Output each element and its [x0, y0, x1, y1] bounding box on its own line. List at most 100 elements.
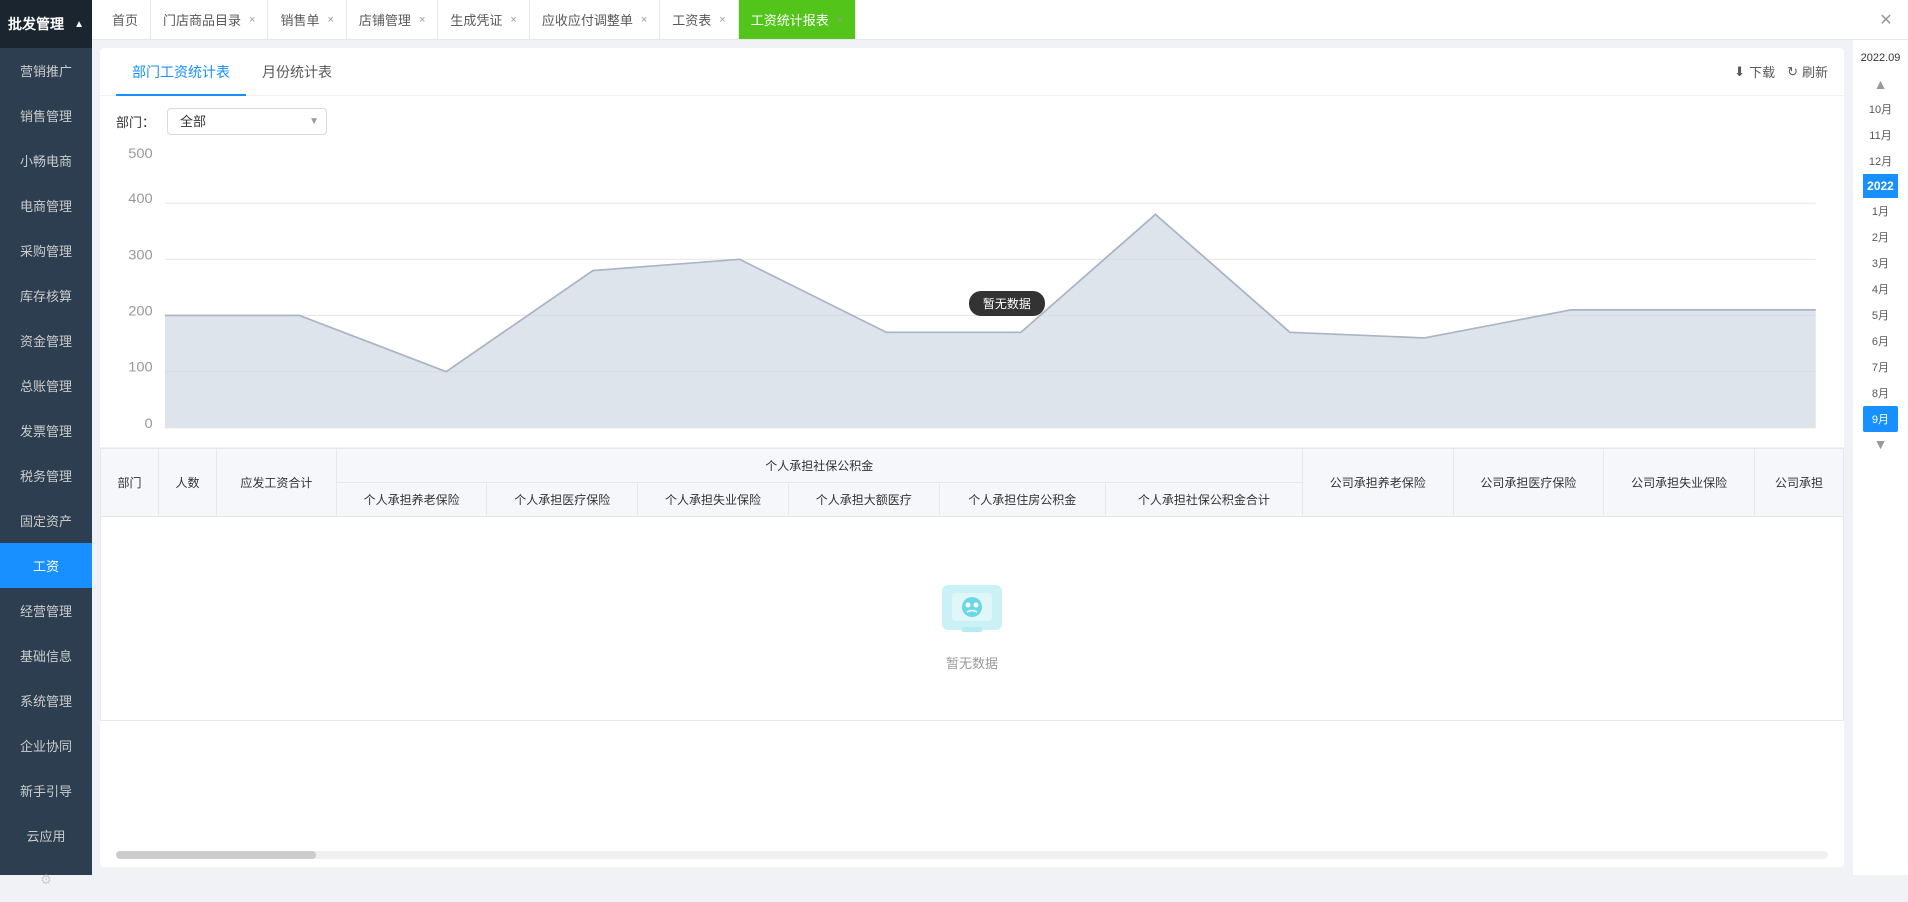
tab-label-2: 销售单 [280, 10, 319, 29]
tab-4[interactable]: 生成凭证 × [438, 0, 529, 39]
sub-tabs-right: ⬇ 下载 ↻ 刷新 [1734, 62, 1828, 81]
sidebar-item-14[interactable]: 系统管理 [0, 678, 92, 723]
scrollbar-thumb[interactable] [116, 851, 316, 859]
tab-close-6[interactable]: × [719, 14, 725, 26]
tab-label-6: 工资表 [672, 10, 711, 29]
timeline-up-button[interactable]: ▲ [1869, 72, 1893, 96]
svg-text:0: 0 [145, 415, 153, 430]
tab-close-2[interactable]: × [327, 14, 333, 26]
tab-3[interactable]: 店铺管理 × [347, 0, 438, 39]
dept-select-wrap: 全部 ▼ [167, 108, 327, 135]
sidebar-item-13[interactable]: 基础信息 [0, 633, 92, 678]
timeline-item-2[interactable]: 12月 [1863, 148, 1898, 174]
sidebar-item-4[interactable]: 采购管理 [0, 228, 92, 273]
col-company-pension: 公司承担养老保险 [1302, 449, 1453, 517]
sidebar-item-15[interactable]: 企业协同 [0, 723, 92, 768]
timeline-item-9[interactable]: 6月 [1863, 328, 1898, 354]
sidebar-footer[interactable]: ⚙ [0, 858, 92, 902]
empty-state: 暂无数据 [111, 525, 1833, 712]
sidebar-item-5[interactable]: 库存核算 [0, 273, 92, 318]
timeline-item-8[interactable]: 5月 [1863, 302, 1898, 328]
download-icon: ⬇ [1734, 64, 1745, 80]
tab-1[interactable]: 门店商品目录× [151, 0, 268, 39]
timeline-down-button[interactable]: ▼ [1869, 432, 1893, 456]
sidebar-header[interactable]: 批发管理 ▲ [0, 0, 92, 48]
sidebar-item-9[interactable]: 税务管理 [0, 453, 92, 498]
col-personal-pension: 个人承担养老保险 [336, 483, 487, 517]
sidebar-item-7[interactable]: 总账管理 [0, 363, 92, 408]
timeline-item-0[interactable]: 10月 [1863, 96, 1898, 122]
sidebar-item-17[interactable]: 云应用 [0, 813, 92, 858]
timeline-item-6[interactable]: 3月 [1863, 250, 1898, 276]
sidebar-item-11[interactable]: 工资 [0, 543, 92, 588]
sidebar-item-2[interactable]: 小畅电商 [0, 138, 92, 183]
timeline-item-11[interactable]: 8月 [1863, 380, 1898, 406]
col-personal-medical: 个人承担医疗保险 [487, 483, 638, 517]
close-window-button[interactable]: ✕ [1872, 6, 1900, 34]
sidebar-items-container: 营销推广销售管理小畅电商电商管理采购管理库存核算资金管理总账管理发票管理税务管理… [0, 48, 92, 858]
timeline-item-1[interactable]: 11月 [1863, 122, 1898, 148]
col-company-other: 公司承担 [1755, 449, 1844, 517]
sidebar-collapse-icon: ▲ [74, 19, 84, 30]
dept-label: 部门： [116, 112, 155, 131]
tab-6[interactable]: 工资表 × [660, 0, 738, 39]
download-label: 下载 [1749, 62, 1775, 81]
col-personal-housing: 个人承担住房公积金 [939, 483, 1105, 517]
sidebar-item-1[interactable]: 销售管理 [0, 93, 92, 138]
tab-close-4[interactable]: × [510, 14, 516, 26]
timeline-item-10[interactable]: 7月 [1863, 354, 1898, 380]
col-total-wage: 应发工资合计 [216, 449, 336, 517]
tab-label-3: 店铺管理 [359, 10, 411, 29]
tab-close-5[interactable]: × [641, 14, 647, 26]
svg-text:300: 300 [128, 247, 153, 262]
main-content: 首页门店商品目录×销售单×店铺管理×生成凭证×应收应付调整单×工资表×工资统计报… [92, 0, 1908, 875]
tab-bar: 首页门店商品目录×销售单×店铺管理×生成凭证×应收应付调整单×工资表×工资统计报… [92, 0, 1908, 40]
timeline-item-5[interactable]: 2月 [1863, 224, 1898, 250]
horizontal-scrollbar[interactable] [116, 851, 1828, 859]
table-section[interactable]: 部门 人数 应发工资合计 个人承担社保公积金 公司承担养老保险 公司承担医疗保险… [100, 447, 1844, 851]
tab-0[interactable]: 首页 [100, 0, 151, 39]
timeline-item-7[interactable]: 4月 [1863, 276, 1898, 302]
tab-month-stats[interactable]: 月份统计表 [246, 48, 348, 96]
refresh-button[interactable]: ↻ 刷新 [1787, 62, 1828, 81]
tab-label-4: 生成凭证 [450, 10, 502, 29]
timeline-item-12[interactable]: 9月 [1863, 406, 1898, 432]
tab-bar-actions: ✕ [1872, 6, 1900, 34]
svg-text:500: 500 [128, 147, 153, 161]
tab-2[interactable]: 销售单 × [268, 0, 346, 39]
timeline-header: 2022.09 [1861, 48, 1901, 72]
tab-5[interactable]: 应收应付调整单× [530, 0, 660, 39]
svg-text:100: 100 [128, 359, 153, 374]
sidebar-item-0[interactable]: 营销推广 [0, 48, 92, 93]
tab-dept-stats[interactable]: 部门工资统计表 [116, 48, 246, 96]
chart-container: 0 100 200 300 400 500 暂无数据 [100, 147, 1844, 447]
timeline-item-3[interactable]: 2022 [1863, 174, 1898, 198]
col-personal-unemp: 个人承担失业保险 [638, 483, 789, 517]
tab-close-3[interactable]: × [419, 14, 425, 26]
col-personal-major: 个人承担大额医疗 [788, 483, 939, 517]
sidebar-item-10[interactable]: 固定资产 [0, 498, 92, 543]
tab-close-1[interactable]: × [249, 14, 255, 26]
area-chart: 0 100 200 300 400 500 [116, 147, 1828, 439]
sidebar: 批发管理 ▲ 营销推广销售管理小畅电商电商管理采购管理库存核算资金管理总账管理发… [0, 0, 92, 875]
svg-text:200: 200 [128, 303, 153, 318]
timeline-item-4[interactable]: 1月 [1863, 198, 1898, 224]
tab-7[interactable]: 工资统计报表 × [739, 0, 856, 39]
sidebar-item-3[interactable]: 电商管理 [0, 183, 92, 228]
sidebar-item-6[interactable]: 资金管理 [0, 318, 92, 363]
tab-label-0: 首页 [112, 10, 138, 29]
page-panel: 部门工资统计表 月份统计表 ⬇ 下载 ↻ 刷新 部门： [100, 48, 1844, 867]
sub-tabs-bar: 部门工资统计表 月份统计表 ⬇ 下载 ↻ 刷新 [100, 48, 1844, 96]
sidebar-item-16[interactable]: 新手引导 [0, 768, 92, 813]
tabs-container: 首页门店商品目录×销售单×店铺管理×生成凭证×应收应付调整单×工资表×工资统计报… [100, 0, 856, 39]
col-personal-social: 个人承担社保公积金 [336, 449, 1302, 483]
sidebar-item-8[interactable]: 发票管理 [0, 408, 92, 453]
sidebar-item-12[interactable]: 经营管理 [0, 588, 92, 633]
download-button[interactable]: ⬇ 下载 [1734, 62, 1775, 81]
col-company-medical: 公司承担医疗保险 [1453, 449, 1604, 517]
tab-close-7[interactable]: × [837, 14, 843, 26]
settings-icon: ⚙ [40, 872, 52, 887]
dept-select[interactable]: 全部 [167, 108, 327, 135]
tab-label-7: 工资统计报表 [751, 10, 829, 29]
col-personal-total: 个人承担社保公积金合计 [1105, 483, 1302, 517]
